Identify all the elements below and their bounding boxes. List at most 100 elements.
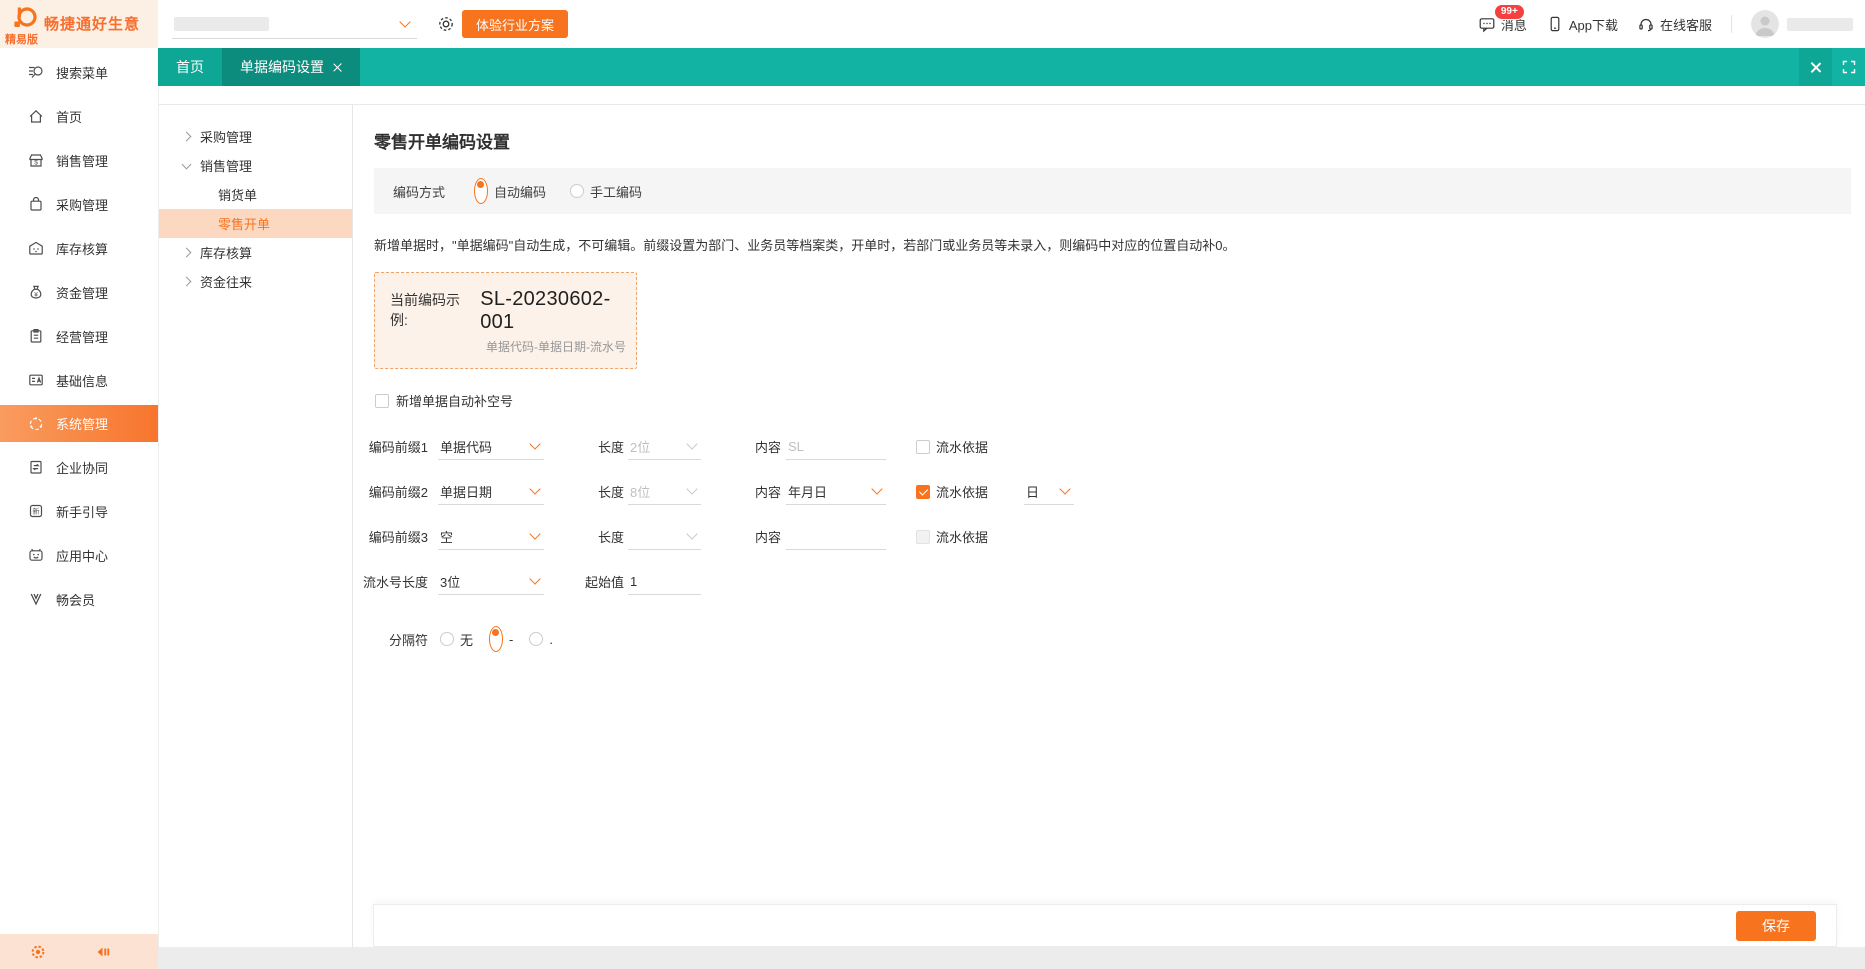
chevron-down-icon [1059,483,1070,494]
online-service-label: 在线客服 [1660,15,1712,34]
close-all-tabs-button[interactable] [1799,48,1832,86]
prefix2-length-select[interactable]: 8位 [628,479,701,505]
online-service-button[interactable]: 在线客服 [1637,15,1712,34]
prefix2-serial-checkbox[interactable]: 流水依据 [916,482,989,501]
prefix1-type-select[interactable]: 单据代码 [438,434,544,460]
submenu-item-purchase[interactable]: 采购管理 [158,122,352,151]
sidebar-item-purchase[interactable]: 采购管理 [0,182,158,226]
radio-separator-none[interactable]: 无 [440,630,473,649]
fullscreen-button[interactable] [1832,48,1865,86]
checkbox-icon [916,440,930,454]
tab-close-icon[interactable] [333,63,342,72]
messages-button[interactable]: 消息 99+ [1478,15,1527,34]
basic-info-icon [27,371,45,389]
brand-area: 畅捷通好生意 精易版 [0,0,158,48]
settings-gear-icon[interactable] [437,15,455,33]
operation-icon [27,327,45,345]
prefix2-type-select[interactable]: 单据日期 [438,479,544,505]
length-label: 长度 [580,527,624,546]
svg-text:$: $ [34,159,38,166]
field-value: SL [788,439,804,454]
guide-icon: 新 [27,502,45,520]
content-label: 内容 [753,527,781,546]
tab-bar: 首页 单据编码设置 [158,48,1865,86]
tab-document-code-settings[interactable]: 单据编码设置 [222,48,360,86]
sidebar-item-guide[interactable]: 新 新手引导 [0,489,158,533]
prefix2-serial-unit-select[interactable]: 日 [1024,479,1074,505]
app-download-button[interactable]: App下载 [1546,15,1618,34]
serial-length-select[interactable]: 3位 [438,569,544,595]
submenu-item-inventory[interactable]: 库存核算 [158,238,352,267]
submenu-item-label: 销货单 [218,185,257,204]
prefix3-type-select[interactable]: 空 [438,524,544,550]
checkbox-icon [916,485,930,499]
radio-icon [529,632,543,646]
submenu-item-funds-flow[interactable]: 资金往来 [158,267,352,296]
autofill-label: 新增单据自动补空号 [396,391,513,410]
submenu-item-sales-order[interactable]: 销货单 [158,180,352,209]
sidebar-item-member[interactable]: 畅会员 [0,577,158,621]
prefix2-content-select[interactable]: 年月日 [786,479,886,505]
company-selector[interactable] [172,10,417,39]
bottom-gray-strip [158,947,1865,969]
sidebar-item-label: 新手引导 [56,502,108,521]
sidebar-item-sales[interactable]: $ 销售管理 [0,138,158,182]
sidebar-item-label: 搜索菜单 [56,63,108,82]
user-menu[interactable] [1751,10,1853,38]
sidebar-item-basic-info[interactable]: 基础信息 [0,358,158,402]
trial-industry-plan-button[interactable]: 体验行业方案 [462,10,568,38]
chevron-right-icon [182,277,192,287]
sidebar-item-app-center[interactable]: 应用中心 [0,533,158,577]
prefix1-content-field[interactable]: SL [786,434,886,460]
radio-auto-encoding[interactable]: 自动编码 [474,178,546,204]
sidebar-item-label: 采购管理 [56,195,108,214]
content-top-divider [158,104,1865,105]
sidebar-item-label: 经营管理 [56,327,108,346]
radio-separator-dash[interactable]: - [489,626,513,652]
app-center-icon [27,546,45,564]
prefix3-length-select[interactable] [628,524,701,550]
sidebar-item-funds[interactable]: ¥ 资金管理 [0,270,158,314]
redacted-user-name [1787,18,1853,31]
start-value-label: 起始值 [580,572,624,591]
collapse-sidebar-icon[interactable] [94,944,110,960]
prefix3-content-field[interactable] [786,524,886,550]
save-button[interactable]: 保存 [1736,911,1816,941]
serial-label: 流水依据 [936,527,988,546]
start-value-field[interactable]: 1 [628,569,701,595]
sidebar-item-inventory[interactable]: 库存核算 [0,226,158,270]
purchase-icon [27,195,45,213]
member-icon [27,590,45,608]
select-value: 单据日期 [440,482,492,501]
close-icon [1810,62,1821,73]
checkbox-icon [375,394,389,408]
prefix1-length-select[interactable]: 2位 [628,434,701,460]
sidebar-menu: 搜索菜单 首页 $ 销售管理 [0,48,158,621]
sidebar-item-system[interactable]: 系统管理 [0,405,158,442]
tab-home[interactable]: 首页 [158,48,222,86]
divider [1731,15,1732,33]
prefix-row-3: 编码前缀3 空 长度 内容 流水依据 [353,514,1865,559]
radio-separator-dot[interactable]: . [529,632,553,647]
autofill-checkbox-row[interactable]: 新增单据自动补空号 [375,391,1865,410]
submenu-item-retail-billing[interactable]: 零售开单 [158,209,352,238]
row-label: 流水号长度 [353,572,428,591]
submenu-item-sales[interactable]: 销售管理 [158,151,352,180]
avatar [1751,10,1779,38]
chevron-down-icon [871,483,882,494]
sidebar-item-operation[interactable]: 经营管理 [0,314,158,358]
radio-manual-encoding[interactable]: 手工编码 [570,182,642,201]
top-bar: 畅捷通好生意 精易版 体验行业方案 消息 99+ [0,0,1865,48]
sidebar-item-home[interactable]: 首页 [0,94,158,138]
prefix3-serial-checkbox[interactable]: 流水依据 [916,527,989,546]
select-value: 日 [1026,482,1039,501]
sidebar-item-search-menu[interactable]: 搜索菜单 [0,50,158,94]
prefix1-serial-checkbox[interactable]: 流水依据 [916,437,989,456]
select-value: 2位 [630,437,650,456]
phone-icon [1546,15,1564,33]
sidebar-item-collaboration[interactable]: 企业协同 [0,445,158,489]
sidebar-item-label: 应用中心 [56,546,108,565]
brand-edition: 精易版 [5,31,38,47]
settings-gear-icon[interactable] [30,944,46,960]
row-label: 编码前缀2 [353,482,428,501]
